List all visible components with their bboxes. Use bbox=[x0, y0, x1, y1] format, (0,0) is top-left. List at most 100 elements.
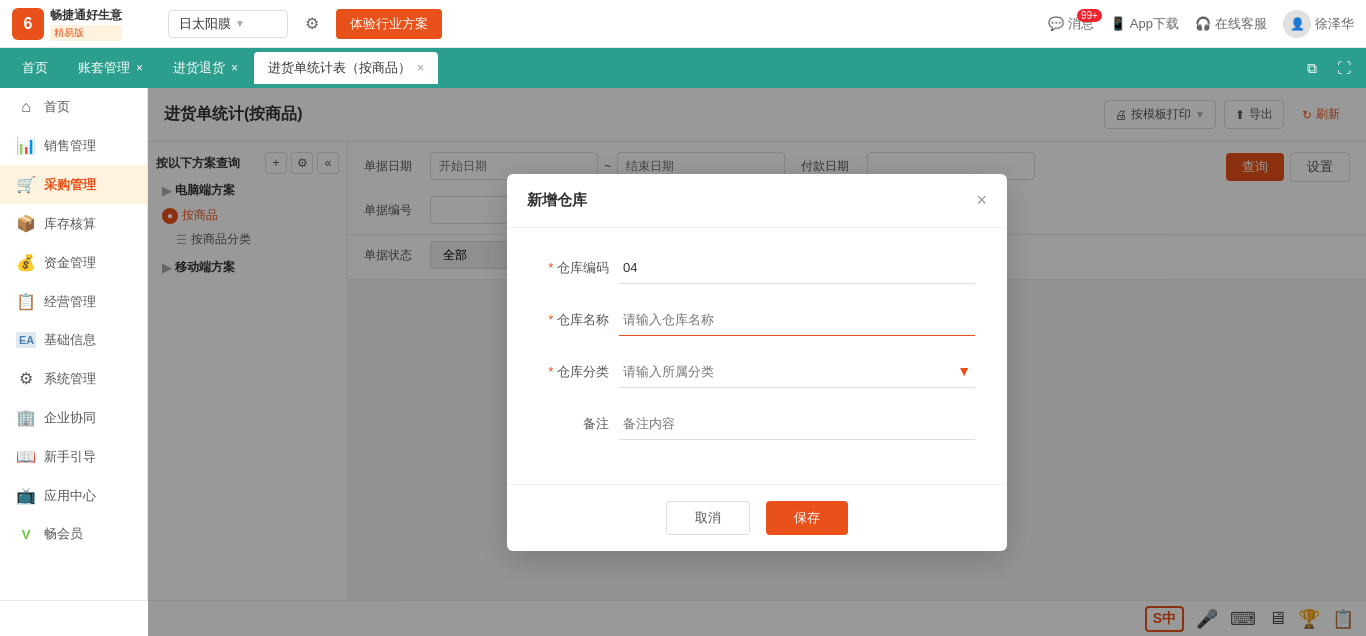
tab-returns[interactable]: 进货退货 × bbox=[159, 52, 252, 84]
sidebar-item-inventory-label: 库存核算 bbox=[44, 215, 96, 233]
store-selector[interactable]: 日太阳膜 ▼ bbox=[168, 10, 288, 38]
tab-accounts-label: 账套管理 bbox=[78, 59, 130, 77]
code-label: 仓库编码 bbox=[539, 259, 619, 277]
operations-icon: 📋 bbox=[16, 292, 36, 311]
sidebar-item-vip[interactable]: V 畅会员 bbox=[0, 515, 147, 553]
content-area: 进货单统计(按商品) 🖨 按模板打印 ▼ ⬆ 导出 ↻ 刷新 bbox=[148, 88, 1366, 636]
sidebar-item-sales-label: 销售管理 bbox=[44, 137, 96, 155]
sidebar-item-guide[interactable]: 📖 新手引导 bbox=[0, 437, 147, 476]
category-chevron-icon[interactable]: ▼ bbox=[957, 363, 975, 379]
modal-overlay: 新增仓库 × 仓库编码 仓库名称 仓库分类 bbox=[148, 88, 1366, 636]
tab-home[interactable]: 首页 bbox=[8, 52, 62, 84]
sidebar-item-finance-label: 资金管理 bbox=[44, 254, 96, 272]
sidebar-item-finance[interactable]: 💰 资金管理 bbox=[0, 243, 147, 282]
trial-button[interactable]: 体验行业方案 bbox=[336, 9, 442, 39]
purchase-icon: 🛒 bbox=[16, 175, 36, 194]
modal-header: 新增仓库 × bbox=[507, 174, 1007, 228]
user-avatar: 👤 bbox=[1283, 10, 1311, 38]
sidebar-item-basic-info-label: 基础信息 bbox=[44, 331, 96, 349]
sidebar-item-system[interactable]: ⚙ 系统管理 bbox=[0, 359, 147, 398]
app-download-button[interactable]: 📱 App下载 bbox=[1110, 15, 1179, 33]
headset-icon: 🎧 bbox=[1195, 16, 1211, 31]
tab-accounts-close[interactable]: × bbox=[136, 61, 143, 75]
warehouse-code-input[interactable] bbox=[619, 252, 975, 284]
modal-body: 仓库编码 仓库名称 仓库分类 ▼ bbox=[507, 228, 1007, 484]
form-row-category: 仓库分类 ▼ bbox=[539, 356, 975, 388]
form-row-remark: 备注 bbox=[539, 408, 975, 440]
sidebar-item-basic-info[interactable]: EA 基础信息 bbox=[0, 321, 147, 359]
tab-returns-label: 进货退货 bbox=[173, 59, 225, 77]
messages-badge: 99+ bbox=[1077, 9, 1102, 22]
store-name: 日太阳膜 bbox=[179, 15, 231, 33]
remark-label: 备注 bbox=[539, 415, 619, 433]
messages-button[interactable]: 💬 消息 99+ bbox=[1048, 15, 1094, 33]
sidebar-item-home[interactable]: ⌂ 首页 bbox=[0, 88, 147, 126]
sidebar-item-operations-label: 经营管理 bbox=[44, 293, 96, 311]
category-input[interactable] bbox=[619, 364, 957, 379]
top-bar: 6 畅捷通好生意 精易版 日太阳膜 ▼ ⚙ 体验行业方案 💬 消息 99+ 📱 … bbox=[0, 0, 1366, 48]
home-icon: ⌂ bbox=[16, 98, 36, 116]
main-layout: ⌂ 首页 📊 销售管理 🛒 采购管理 📦 库存核算 💰 资金管理 📋 经营管理 … bbox=[0, 88, 1366, 636]
modal-title: 新增仓库 bbox=[527, 191, 587, 210]
tab-purchase-stats-close[interactable]: × bbox=[417, 61, 424, 75]
tab-restore-button[interactable]: ⧉ bbox=[1298, 54, 1326, 82]
tab-returns-close[interactable]: × bbox=[231, 61, 238, 75]
tab-bar: 首页 账套管理 × 进货退货 × 进货单统计表（按商品） × ⧉ ⛶ bbox=[0, 48, 1366, 88]
sidebar-item-vip-label: 畅会员 bbox=[44, 525, 83, 543]
sales-icon: 📊 bbox=[16, 136, 36, 155]
settings-button[interactable]: ⚙ bbox=[296, 8, 328, 40]
sidebar-item-enterprise-label: 企业协同 bbox=[44, 409, 96, 427]
inventory-icon: 📦 bbox=[16, 214, 36, 233]
guide-icon: 📖 bbox=[16, 447, 36, 466]
phone-icon: 📱 bbox=[1110, 16, 1126, 31]
chevron-down-icon: ▼ bbox=[235, 18, 245, 29]
logo-text: 畅捷通好生意 精易版 bbox=[50, 7, 122, 41]
name-label: 仓库名称 bbox=[539, 311, 619, 329]
form-row-code: 仓库编码 bbox=[539, 252, 975, 284]
tab-accounts[interactable]: 账套管理 × bbox=[64, 52, 157, 84]
logo-title: 畅捷通好生意 bbox=[50, 7, 122, 24]
tab-purchase-stats-label: 进货单统计表（按商品） bbox=[268, 59, 411, 77]
cancel-button[interactable]: 取消 bbox=[666, 501, 750, 535]
tab-home-label: 首页 bbox=[22, 59, 48, 77]
user-area[interactable]: 👤 徐泽华 bbox=[1283, 10, 1354, 38]
logo-area: 6 畅捷通好生意 精易版 bbox=[12, 7, 160, 41]
tab-right-buttons: ⧉ ⛶ bbox=[1298, 54, 1358, 82]
basic-info-icon: EA bbox=[16, 332, 36, 348]
sidebar-item-sales[interactable]: 📊 销售管理 bbox=[0, 126, 147, 165]
sidebar-item-purchase[interactable]: 🛒 采购管理 bbox=[0, 165, 147, 204]
sidebar-item-operations[interactable]: 📋 经营管理 bbox=[0, 282, 147, 321]
vip-icon: V bbox=[16, 527, 36, 542]
sidebar-item-purchase-label: 采购管理 bbox=[44, 176, 96, 194]
enterprise-icon: 🏢 bbox=[16, 408, 36, 427]
remark-input[interactable] bbox=[619, 408, 975, 440]
sidebar-item-inventory[interactable]: 📦 库存核算 bbox=[0, 204, 147, 243]
category-select-row: ▼ bbox=[619, 356, 975, 388]
user-name: 徐泽华 bbox=[1315, 15, 1354, 33]
tab-purchase-stats[interactable]: 进货单统计表（按商品） × bbox=[254, 52, 438, 84]
modal-close-button[interactable]: × bbox=[976, 190, 987, 211]
save-button[interactable]: 保存 bbox=[766, 501, 848, 535]
sidebar-item-apps[interactable]: 📺 应用中心 bbox=[0, 476, 147, 515]
finance-icon: 💰 bbox=[16, 253, 36, 272]
logo-sub: 精易版 bbox=[50, 25, 122, 41]
sidebar-item-system-label: 系统管理 bbox=[44, 370, 96, 388]
sidebar: ⌂ 首页 📊 销售管理 🛒 采购管理 📦 库存核算 💰 资金管理 📋 经营管理 … bbox=[0, 88, 148, 636]
warehouse-name-input[interactable] bbox=[619, 304, 975, 336]
online-service-button[interactable]: 🎧 在线客服 bbox=[1195, 15, 1267, 33]
sidebar-item-guide-label: 新手引导 bbox=[44, 448, 96, 466]
app-download-label: App下载 bbox=[1130, 15, 1179, 33]
form-row-name: 仓库名称 bbox=[539, 304, 975, 336]
sidebar-item-apps-label: 应用中心 bbox=[44, 487, 96, 505]
system-icon: ⚙ bbox=[16, 369, 36, 388]
sidebar-item-home-label: 首页 bbox=[44, 98, 70, 116]
tab-expand-button[interactable]: ⛶ bbox=[1330, 54, 1358, 82]
top-right-area: 💬 消息 99+ 📱 App下载 🎧 在线客服 👤 徐泽华 bbox=[1048, 10, 1354, 38]
online-service-label: 在线客服 bbox=[1215, 15, 1267, 33]
apps-icon: 📺 bbox=[16, 486, 36, 505]
message-icon: 💬 bbox=[1048, 16, 1064, 31]
sidebar-item-enterprise[interactable]: 🏢 企业协同 bbox=[0, 398, 147, 437]
category-label: 仓库分类 bbox=[539, 363, 619, 381]
modal-footer: 取消 保存 bbox=[507, 484, 1007, 551]
logo-icon: 6 bbox=[12, 8, 44, 40]
